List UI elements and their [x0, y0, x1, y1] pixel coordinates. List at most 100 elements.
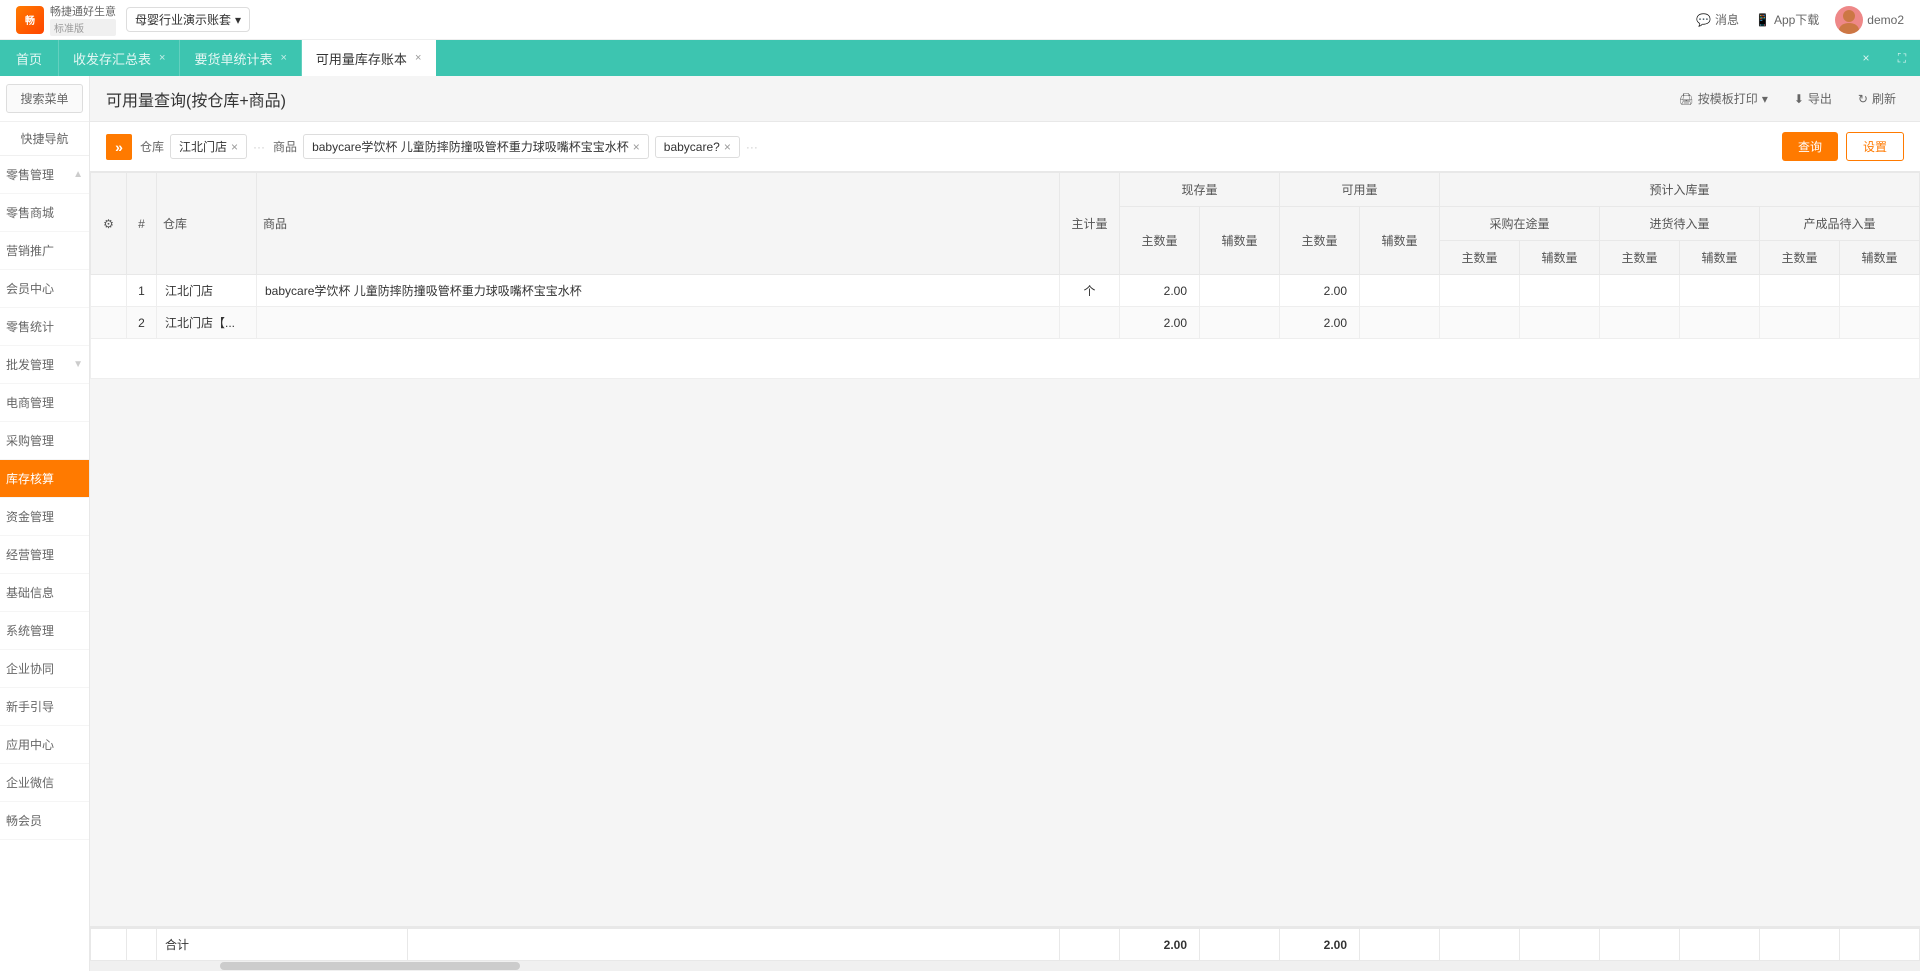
sidebar-retail-stats-label: 零售统计	[6, 318, 54, 335]
print-button[interactable]: 🖨 按模板打印 ▾	[1671, 86, 1776, 111]
tab-receipts-close[interactable]: ×	[159, 52, 165, 64]
sidebar-retail-mall-label: 零售商城	[6, 204, 54, 221]
export-button[interactable]: ⬇ 导出	[1786, 86, 1840, 111]
col-ip-main-header: 主数量	[1600, 241, 1680, 275]
col-current-stock-header: 现存量	[1120, 173, 1280, 207]
row2-pt-main	[1440, 307, 1520, 339]
sidebar-enterprise-collab-label: 企业协同	[6, 660, 54, 677]
tab-receipts[interactable]: 收发存汇总表 ×	[59, 40, 180, 76]
filter-expand-button[interactable]: »	[106, 134, 132, 160]
refresh-label: 刷新	[1872, 90, 1896, 107]
product-clear2-icon[interactable]: ×	[724, 140, 731, 154]
setting-button[interactable]: 设置	[1846, 132, 1904, 161]
sidebar-app-center-label: 应用中心	[6, 736, 54, 753]
product-value1: babycare学饮杯 儿童防摔防撞吸管杯重力球吸嘴杯宝宝水杯	[312, 138, 629, 155]
sidebar-item-wholesale-mgmt[interactable]: 批发管理 ▼	[0, 346, 89, 384]
message-label: 消息	[1715, 11, 1739, 28]
quick-nav-button[interactable]: 快捷导航	[0, 122, 89, 156]
sidebar-basic-info-label: 基础信息	[6, 584, 54, 601]
row1-pt-main	[1440, 275, 1520, 307]
warehouse-filter: 仓库 江北门店 × ···	[140, 134, 265, 159]
horizontal-scrollbar[interactable]	[90, 961, 1920, 971]
sidebar-search-section: 搜索菜单	[0, 76, 89, 122]
sidebar-item-retail-mgmt[interactable]: 零售管理 ▲	[0, 156, 89, 194]
tab-home[interactable]: 首页	[0, 40, 59, 76]
col-pp-aux-header: 辅数量	[1840, 241, 1920, 275]
product-clear1-icon[interactable]: ×	[633, 140, 640, 154]
row1-avail-main: 2.00	[1280, 275, 1360, 307]
sidebar-item-marketing[interactable]: 营销推广	[0, 232, 89, 270]
tab-order-stats-close[interactable]: ×	[280, 52, 286, 64]
product-more-icon[interactable]: ···	[746, 140, 758, 154]
username-label: demo2	[1867, 13, 1904, 27]
sidebar-item-basic-info[interactable]: 基础信息	[0, 574, 89, 612]
window-maximize-button[interactable]: ⛶	[1884, 40, 1920, 76]
col-pt-aux-header: 辅数量	[1520, 241, 1600, 275]
search-menu-button[interactable]: 搜索菜单	[6, 84, 83, 113]
sidebar-item-retail-mall[interactable]: 零售商城	[0, 194, 89, 232]
sidebar-sys-mgmt-label: 系统管理	[6, 622, 54, 639]
refresh-button[interactable]: ↻ 刷新	[1850, 86, 1904, 111]
sidebar-item-member-center[interactable]: 会员中心	[0, 270, 89, 308]
query-button[interactable]: 查询	[1782, 132, 1838, 161]
sidebar-retail-mgmt-label: 零售管理	[6, 166, 54, 183]
row2-product	[257, 307, 1060, 339]
sidebar-finance-label: 资金管理	[6, 508, 54, 525]
sidebar-item-retail-stats[interactable]: 零售统计	[0, 308, 89, 346]
table-container[interactable]: ⚙ # 仓库 商品 主计量 现存量 可用量 预计入库量 主数量 辅数量 主数量	[90, 172, 1920, 926]
tab-home-label: 首页	[16, 49, 42, 68]
print-label: 按模板打印	[1698, 90, 1758, 107]
nav-tabs-bar: 首页 收发存汇总表 × 要货单统计表 × 可用量库存账本 × × ⛶	[0, 40, 1920, 76]
avatar	[1835, 6, 1863, 34]
product-value2: babycare?	[664, 140, 720, 154]
tab-spacer	[436, 40, 1848, 76]
product-tag2[interactable]: babycare? ×	[655, 136, 740, 158]
row2-index: 2	[127, 307, 157, 339]
window-close-button[interactable]: ×	[1848, 40, 1884, 76]
sidebar-item-sys-mgmt[interactable]: 系统管理	[0, 612, 89, 650]
col-stock-aux-header: 辅数量	[1200, 207, 1280, 275]
sidebar-vip-member-label: 畅会员	[6, 812, 42, 829]
col-ip-aux-header: 辅数量	[1680, 241, 1760, 275]
tab-available-stock[interactable]: 可用量库存账本 ×	[302, 40, 436, 76]
col-settings-header[interactable]: ⚙	[91, 173, 127, 275]
top-header: 畅 畅捷通好生意 标准版 母婴行业演示账套 ▾ 💬 消息 📱 App下载 dem…	[0, 0, 1920, 40]
row1-settings	[91, 275, 127, 307]
sidebar-item-app-center[interactable]: 应用中心	[0, 726, 89, 764]
user-avatar-button[interactable]: demo2	[1835, 6, 1904, 34]
col-forecast-header: 预计入库量	[1440, 173, 1920, 207]
sidebar-item-enterprise-collab[interactable]: 企业协同	[0, 650, 89, 688]
warehouse-clear-icon[interactable]: ×	[231, 140, 238, 154]
data-table: ⚙ # 仓库 商品 主计量 现存量 可用量 预计入库量 主数量 辅数量 主数量	[90, 172, 1920, 379]
scrollbar-thumb[interactable]	[220, 962, 520, 970]
col-inbound-pending-header: 进货待入量	[1600, 207, 1760, 241]
chevron-down-icon: ▾	[235, 13, 241, 27]
sidebar-item-ecommerce[interactable]: 电商管理	[0, 384, 89, 422]
row2-warehouse: 江北门店【...	[157, 307, 257, 339]
message-icon: 💬	[1696, 13, 1711, 27]
tab-order-stats[interactable]: 要货单统计表 ×	[180, 40, 301, 76]
tab-available-stock-close[interactable]: ×	[415, 52, 421, 64]
industry-selector[interactable]: 母婴行业演示账套 ▾	[126, 7, 250, 32]
footer-label: 合计	[157, 929, 408, 961]
window-buttons: × ⛶	[1848, 40, 1920, 76]
industry-label: 母婴行业演示账套	[135, 11, 231, 28]
product-tag1[interactable]: babycare学饮杯 儿童防摔防撞吸管杯重力球吸嘴杯宝宝水杯 ×	[303, 134, 649, 159]
sidebar-item-vip-member[interactable]: 畅会员	[0, 802, 89, 840]
warehouse-more-icon[interactable]: ···	[253, 140, 265, 154]
app-download-button[interactable]: 📱 App下载	[1755, 11, 1819, 28]
row1-stock-main: 2.00	[1120, 275, 1200, 307]
sidebar-item-ops-mgmt[interactable]: 经营管理	[0, 536, 89, 574]
filter-action-buttons: 查询 设置	[1782, 132, 1904, 161]
sidebar-item-purchase[interactable]: 采购管理	[0, 422, 89, 460]
message-button[interactable]: 💬 消息	[1696, 11, 1739, 28]
sidebar-item-inventory[interactable]: 库存核算	[0, 460, 89, 498]
sidebar-item-enterprise-wechat[interactable]: 企业微信	[0, 764, 89, 802]
page-actions: 🖨 按模板打印 ▾ ⬇ 导出 ↻ 刷新	[1671, 86, 1904, 111]
sidebar-item-finance[interactable]: 资金管理	[0, 498, 89, 536]
sidebar-item-new-guide[interactable]: 新手引导	[0, 688, 89, 726]
export-icon: ⬇	[1794, 92, 1804, 106]
sidebar-member-label: 会员中心	[6, 280, 54, 297]
footer-stock-main: 2.00	[1120, 929, 1200, 961]
warehouse-tag[interactable]: 江北门店 ×	[170, 134, 247, 159]
